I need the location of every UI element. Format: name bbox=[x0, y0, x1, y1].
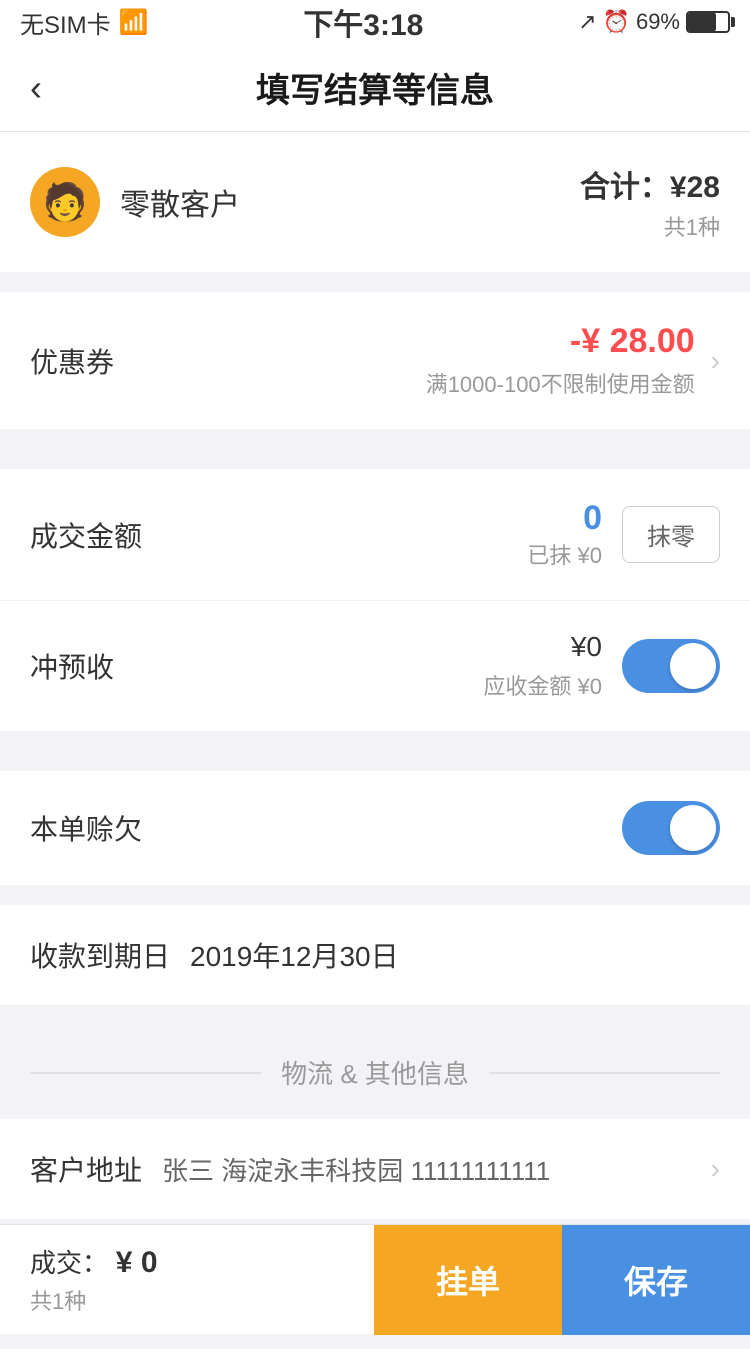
due-date-value: 2019年12月30日 bbox=[190, 935, 399, 975]
address-chevron-icon: › bbox=[711, 1153, 720, 1185]
page-title: 填写结算等信息 bbox=[256, 63, 494, 112]
alarm-icon: ⏰ bbox=[603, 9, 630, 35]
transaction-section: 成交金额 0 已抹 ¥0 抹零 冲预收 ¥0 应收金额 ¥0 bbox=[0, 469, 750, 731]
bottom-bar: 成交： ¥ 0 共1种 挂单 保存 bbox=[0, 1224, 750, 1334]
prepay-sub: 应收金额 ¥0 bbox=[483, 669, 602, 701]
coupon-desc: 满1000-100不限制使用金额 bbox=[426, 367, 695, 399]
coupon-row[interactable]: 优惠券 -¥ 28.00 满1000-100不限制使用金额 › bbox=[0, 292, 750, 429]
bottom-deal-line: 成交： ¥ 0 bbox=[30, 1243, 344, 1280]
bottom-count: 共1种 bbox=[30, 1284, 344, 1316]
logistics-header: 物流 & 其他信息 bbox=[0, 1026, 750, 1119]
coupon-label: 优惠券 bbox=[30, 341, 114, 381]
transaction-value[interactable]: 0 bbox=[527, 499, 602, 538]
prepay-row: 冲预收 ¥0 应收金额 ¥0 bbox=[0, 601, 750, 731]
prepay-toggle[interactable] bbox=[622, 639, 720, 693]
section-divider-3 bbox=[0, 1006, 750, 1026]
prepay-right: ¥0 应收金额 ¥0 bbox=[483, 631, 720, 701]
hold-button[interactable]: 挂单 bbox=[374, 1225, 562, 1335]
coupon-right: -¥ 28.00 满1000-100不限制使用金额 › bbox=[426, 322, 720, 399]
deal-label: 成交： bbox=[30, 1248, 108, 1278]
customer-summary: 合计：¥28 共1种 bbox=[580, 162, 720, 242]
nav-bar: ‹ 填写结算等信息 bbox=[0, 44, 750, 132]
prepay-amounts: ¥0 应收金额 ¥0 bbox=[483, 631, 602, 701]
deal-amount: ¥ 0 bbox=[116, 1246, 158, 1279]
transaction-label: 成交金额 bbox=[30, 515, 142, 555]
status-bar: 无SIM卡 📶 下午3:18 ↗ ⏰ 69% bbox=[0, 0, 750, 44]
back-button[interactable]: ‹ bbox=[30, 67, 42, 109]
battery-indicator bbox=[686, 11, 730, 33]
total-count: 共1种 bbox=[580, 210, 720, 242]
coupon-amount: -¥ 28.00 bbox=[426, 322, 695, 361]
time-display: 下午3:18 bbox=[303, 0, 423, 44]
round-button[interactable]: 抹零 bbox=[622, 506, 720, 563]
save-button[interactable]: 保存 bbox=[562, 1225, 750, 1335]
battery-percent: 69% bbox=[636, 9, 680, 35]
logistics-title-wrap: 物流 & 其他信息 bbox=[261, 1054, 489, 1091]
section-divider-2 bbox=[0, 751, 750, 771]
customer-row: 🧑 零散客户 合计：¥28 共1种 bbox=[0, 132, 750, 272]
wifi-icon: 📶 bbox=[119, 8, 149, 37]
customer-left: 🧑 零散客户 bbox=[30, 167, 240, 237]
address-row[interactable]: 客户地址 张三 海淀永丰科技园 11111111111 › bbox=[0, 1119, 750, 1219]
transaction-amount-row: 成交金额 0 已抹 ¥0 抹零 bbox=[0, 469, 750, 601]
transaction-sub: 已抹 ¥0 bbox=[527, 538, 602, 570]
total-label: 合计：¥28 bbox=[580, 162, 720, 206]
logistics-title: 物流 & 其他信息 bbox=[281, 1059, 469, 1089]
battery-fill bbox=[688, 13, 716, 31]
address-value: 张三 海淀永丰科技园 11111111111 bbox=[162, 1151, 691, 1188]
coupon-section: 优惠券 -¥ 28.00 满1000-100不限制使用金额 › bbox=[0, 292, 750, 429]
chevron-right-icon: › bbox=[711, 345, 720, 377]
status-right: ↗ ⏰ 69% bbox=[578, 9, 730, 35]
status-left: 无SIM卡 📶 bbox=[20, 5, 149, 40]
due-date-row: 收款到期日 2019年12月30日 bbox=[0, 905, 750, 1006]
debit-toggle[interactable] bbox=[622, 801, 720, 855]
avatar-icon: 🧑 bbox=[43, 181, 88, 223]
bottom-info: 成交： ¥ 0 共1种 bbox=[0, 1243, 374, 1316]
prepay-amount: ¥0 bbox=[483, 631, 602, 663]
prepay-label: 冲预收 bbox=[30, 646, 114, 686]
due-date-label: 收款到期日 bbox=[30, 935, 170, 975]
avatar: 🧑 bbox=[30, 167, 100, 237]
address-label: 客户地址 bbox=[30, 1149, 142, 1189]
due-date-section: 收款到期日 2019年12月30日 bbox=[0, 905, 750, 1006]
debit-label: 本单赊欠 bbox=[30, 808, 142, 848]
customer-name: 零散客户 bbox=[120, 180, 240, 224]
debit-row: 本单赊欠 bbox=[0, 771, 750, 885]
section-divider-1 bbox=[0, 449, 750, 469]
location-icon: ↗ bbox=[578, 9, 596, 35]
carrier-text: 无SIM卡 bbox=[20, 5, 111, 40]
